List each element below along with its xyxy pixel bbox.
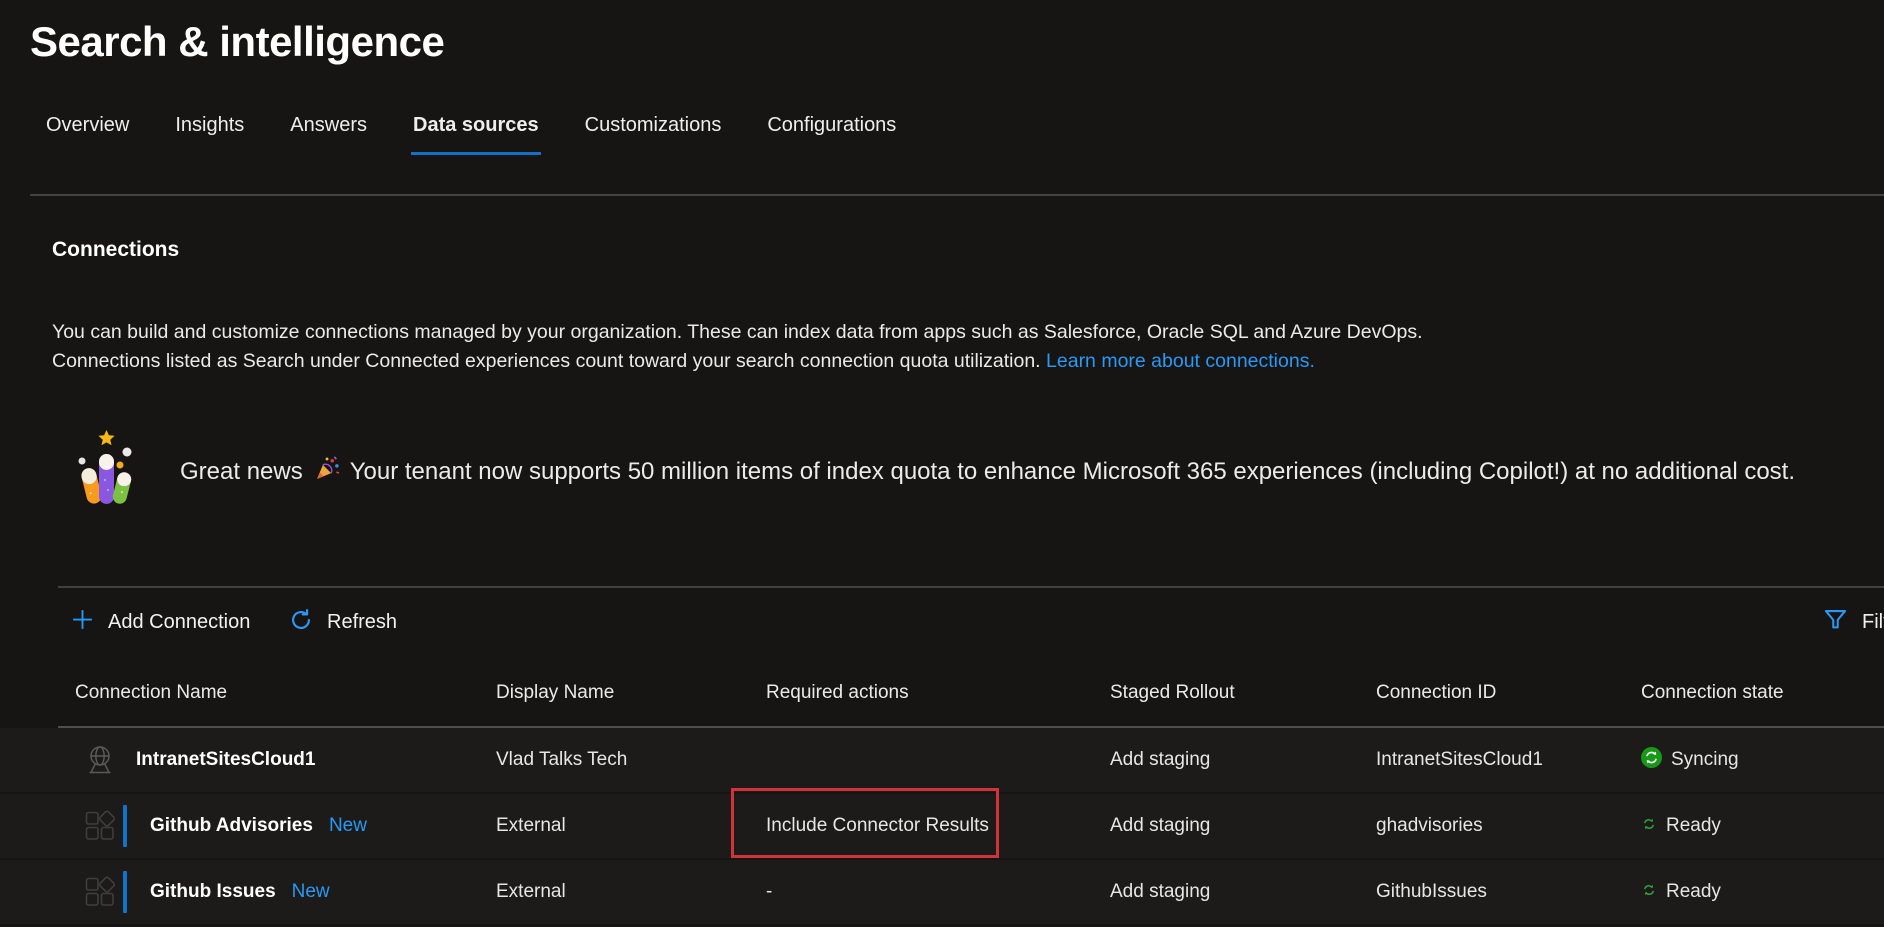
tab-configurations[interactable]: Configurations <box>765 112 898 155</box>
connection-name: Github Advisories <box>150 815 313 837</box>
description-line2: Connections listed as Search under Conne… <box>52 350 1041 372</box>
syncing-badge-icon <box>1641 747 1662 773</box>
page-title: Search & intelligence <box>30 18 444 66</box>
display-name: Vlad Talks Tech <box>496 749 766 771</box>
connection-id: GithubIssues <box>1376 881 1641 903</box>
add-connection-label: Add Connection <box>108 611 250 634</box>
tab-customizations[interactable]: Customizations <box>583 112 724 155</box>
row-github-issues[interactable]: Github Issues New External - Add staging… <box>0 860 1884 924</box>
add-connection-button[interactable]: Add Connection <box>70 600 250 644</box>
row-intranetsitescloud1[interactable]: IntranetSitesCloud1 Vlad Talks Tech Add … <box>0 728 1884 792</box>
search-intelligence-page: { "page": { "title": "Search & intellige… <box>0 0 1884 927</box>
include-connector-results-link[interactable]: Include Connector Results <box>766 815 989 837</box>
display-name: External <box>496 815 766 837</box>
tabs-divider <box>30 194 1884 196</box>
column-display-name[interactable]: Display Name <box>496 682 766 704</box>
tab-overview[interactable]: Overview <box>44 112 131 155</box>
pivot-tabs: Overview Insights Answers Data sources C… <box>44 112 898 155</box>
required-action: - <box>766 881 772 903</box>
tab-insights[interactable]: Insights <box>173 112 246 155</box>
new-badge: New <box>292 881 330 903</box>
required-actions-cell: Include Connector Results <box>766 794 1110 858</box>
connection-name-cell: Github Issues New <box>75 860 496 924</box>
add-staging-link[interactable]: Add staging <box>1110 815 1376 837</box>
add-staging-link[interactable]: Add staging <box>1110 749 1376 771</box>
quota-news-banner: Great news Your tenant now supports 50 m… <box>75 428 1795 515</box>
refresh-label: Refresh <box>327 611 397 634</box>
connection-state: Syncing <box>1671 749 1739 771</box>
table-header: Connection Name Display Name Required ac… <box>0 660 1884 726</box>
tab-data-sources[interactable]: Data sources <box>411 112 541 155</box>
filter-label: Filter <box>1862 611 1884 634</box>
celebration-icon <box>75 428 137 515</box>
column-connection-name[interactable]: Connection Name <box>75 682 496 704</box>
banner-text-prefix: Great news <box>180 458 303 486</box>
banner-text-suffix: Your tenant now supports 50 million item… <box>350 458 1795 486</box>
refresh-button[interactable]: Refresh <box>288 600 397 644</box>
party-popper-icon <box>313 455 340 489</box>
display-name: External <box>496 881 766 903</box>
row-github-advisories[interactable]: Github Advisories New External Include C… <box>0 794 1884 858</box>
connection-state: Ready <box>1666 815 1721 837</box>
connector-icon <box>84 876 116 908</box>
connection-name: Github Issues <box>150 881 276 903</box>
column-staged-rollout[interactable]: Staged Rollout <box>1110 682 1376 704</box>
connection-name-cell: IntranetSitesCloud1 <box>75 728 496 792</box>
required-actions-cell: - <box>766 860 1110 924</box>
add-staging-link[interactable]: Add staging <box>1110 881 1376 903</box>
tab-answers[interactable]: Answers <box>288 112 369 155</box>
required-actions-cell <box>766 728 1110 792</box>
connection-state-cell: Ready <box>1641 881 1884 903</box>
connections-heading: Connections <box>52 238 179 262</box>
ready-sync-icon <box>1641 816 1657 837</box>
ready-sync-icon <box>1641 882 1657 903</box>
new-badge: New <box>329 815 367 837</box>
connections-description: You can build and customize connections … <box>52 318 1423 376</box>
column-connection-state[interactable]: Connection state <box>1641 682 1884 704</box>
new-indicator-bar <box>123 805 127 847</box>
connections-table: IntranetSitesCloud1 Vlad Talks Tech Add … <box>0 728 1884 926</box>
filter-icon <box>1822 606 1849 638</box>
connection-name: IntranetSitesCloud1 <box>136 749 315 771</box>
connection-id: ghadvisories <box>1376 815 1641 837</box>
column-connection-id[interactable]: Connection ID <box>1376 682 1641 704</box>
connector-icon <box>84 810 116 842</box>
description-line1: You can build and customize connections … <box>52 321 1423 343</box>
connection-state-cell: Ready <box>1641 815 1884 837</box>
refresh-icon <box>288 607 314 638</box>
learn-more-link[interactable]: Learn more about connections. <box>1046 350 1315 372</box>
connection-state-cell: Syncing <box>1641 747 1884 773</box>
connection-id: IntranetSitesCloud1 <box>1376 749 1641 771</box>
connection-name-cell: Github Advisories New <box>75 794 496 858</box>
connection-state: Ready <box>1666 881 1721 903</box>
command-bar: Add Connection Refresh Filter <box>0 600 1884 644</box>
new-indicator-bar <box>123 871 127 913</box>
filter-button[interactable]: Filter <box>1822 600 1884 644</box>
plus-icon <box>70 607 95 637</box>
banner-text: Great news Your tenant now supports 50 m… <box>180 455 1795 489</box>
toolbar-divider <box>58 586 1884 588</box>
globe-icon <box>84 743 116 777</box>
column-required-actions[interactable]: Required actions <box>766 682 1110 704</box>
